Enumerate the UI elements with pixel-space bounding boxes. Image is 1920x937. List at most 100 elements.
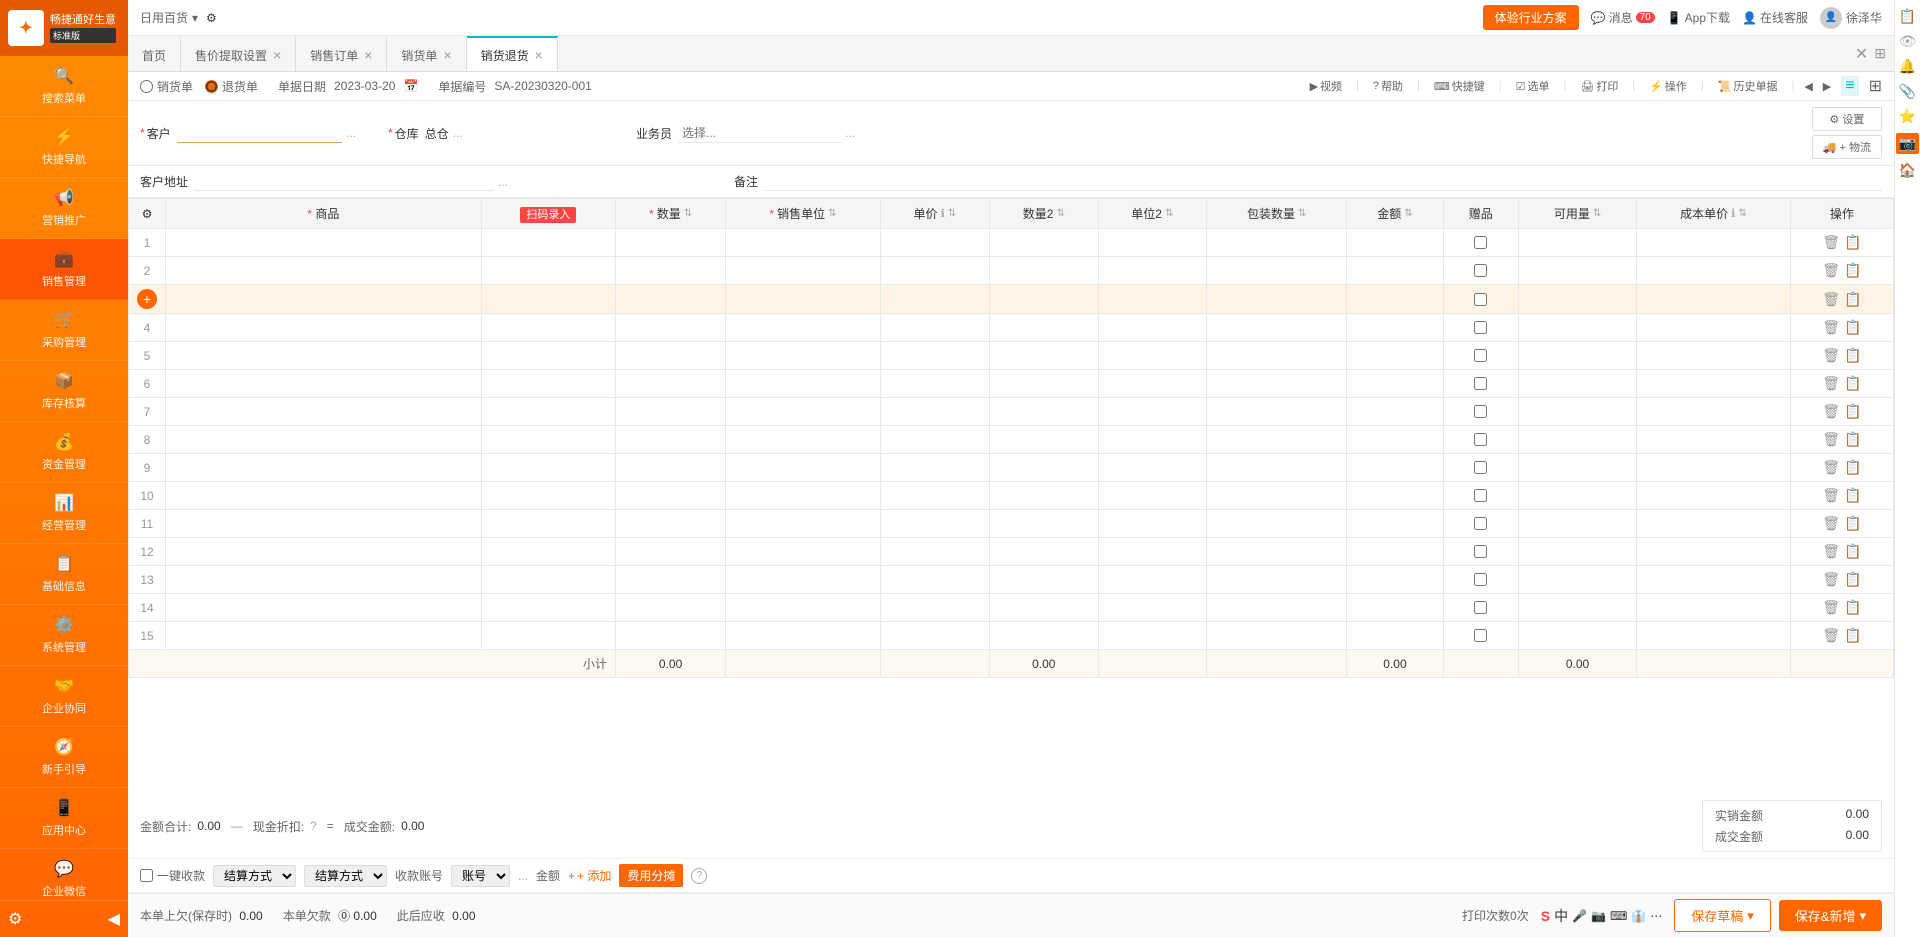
delete-icon[interactable]: 🗑 bbox=[1822, 543, 1840, 560]
rpanel-icon-3[interactable]: 🔔 bbox=[1899, 58, 1916, 75]
delete-icon[interactable]: 🗑 bbox=[1822, 234, 1840, 251]
trial-button[interactable]: 体验行业方案 bbox=[1483, 5, 1579, 30]
history-btn[interactable]: 📜 历史单据 bbox=[1714, 76, 1782, 96]
expense-split-button[interactable]: 费用分摊 bbox=[619, 864, 683, 887]
th-settings[interactable]: ⚙ bbox=[129, 199, 166, 229]
one-key-payment-check[interactable] bbox=[140, 869, 153, 882]
gift-check[interactable] bbox=[1474, 377, 1487, 390]
tab-more[interactable]: ⊞ bbox=[1874, 45, 1886, 62]
th-scan[interactable]: 扫码录入 bbox=[481, 199, 615, 229]
staff-dots[interactable]: ... bbox=[841, 126, 859, 140]
copy-icon[interactable]: 📋 bbox=[1844, 459, 1861, 476]
date-value[interactable]: 2023-03-20 bbox=[334, 79, 395, 93]
gift-check[interactable] bbox=[1474, 405, 1487, 418]
video-btn[interactable]: ▶ 视频 bbox=[1306, 76, 1346, 96]
settings-bottom-icon[interactable]: ⚙ bbox=[8, 909, 22, 929]
rpanel-icon-4[interactable]: 📎 bbox=[1899, 83, 1916, 100]
tab-sales-order[interactable]: 销售订单 × bbox=[296, 36, 387, 72]
remark-input[interactable] bbox=[764, 172, 1882, 191]
question-icon[interactable]: ? bbox=[310, 819, 317, 833]
one-key-payment-label[interactable]: 一键收款 bbox=[140, 867, 205, 884]
copy-icon[interactable]: 📋 bbox=[1844, 291, 1861, 308]
collapse-icon[interactable]: ◀ bbox=[108, 909, 120, 929]
delete-icon[interactable]: 🗑 bbox=[1822, 403, 1840, 420]
app-download-button[interactable]: 📱 App下载 bbox=[1667, 9, 1730, 26]
gift-check[interactable] bbox=[1474, 293, 1487, 306]
mic-icon[interactable]: 🎤 bbox=[1572, 909, 1587, 923]
unit2-sort-icon[interactable]: ⇅ bbox=[1165, 208, 1173, 219]
save-new-button[interactable]: 保存&新增 ▾ bbox=[1779, 900, 1882, 931]
radio-sales-input[interactable] bbox=[140, 80, 153, 93]
sidebar-item-inventory[interactable]: 📦 库存核算 bbox=[0, 361, 128, 422]
view-grid-btn[interactable]: ⊞ bbox=[1869, 76, 1882, 96]
price-info-icon[interactable]: ℹ bbox=[941, 207, 945, 220]
nav-next[interactable]: ▶ bbox=[1823, 80, 1831, 93]
rpanel-icon-1[interactable]: 📋 bbox=[1899, 8, 1916, 25]
gift-check[interactable] bbox=[1474, 461, 1487, 474]
pack-sort-icon[interactable]: ⇅ bbox=[1298, 208, 1306, 219]
breadcrumb[interactable]: 日用百货 ▾ bbox=[140, 9, 198, 26]
tab-delivery-close[interactable]: × bbox=[443, 48, 451, 62]
table-settings-icon[interactable]: ⚙ bbox=[142, 207, 153, 221]
gift-check[interactable] bbox=[1474, 236, 1487, 249]
warehouse-dots[interactable]: ... bbox=[449, 126, 467, 140]
sidebar-item-basic[interactable]: 📋 基础信息 bbox=[0, 544, 128, 605]
customer-dots[interactable]: ... bbox=[342, 126, 360, 140]
add-row-cell[interactable]: + bbox=[129, 285, 166, 314]
select-btn[interactable]: ☑ 选单 bbox=[1512, 76, 1554, 96]
settings-button[interactable]: ⚙ 设置 bbox=[1812, 107, 1882, 131]
copy-icon[interactable]: 📋 bbox=[1844, 403, 1861, 420]
delete-icon[interactable]: 🗑 bbox=[1822, 599, 1840, 616]
price-sort-icon[interactable]: ⇅ bbox=[948, 208, 956, 219]
gift-check[interactable] bbox=[1474, 517, 1487, 530]
delete-icon[interactable]: 🗑 bbox=[1822, 487, 1840, 504]
sidebar-item-guide[interactable]: 🧭 新手引导 bbox=[0, 727, 128, 788]
cost-sort-icon[interactable]: ⇅ bbox=[1738, 208, 1746, 219]
delete-icon[interactable]: 🗑 bbox=[1822, 319, 1840, 336]
delete-icon[interactable]: 🗑 bbox=[1822, 347, 1840, 364]
header-settings-icon[interactable]: ⚙ bbox=[206, 11, 217, 25]
shortcut-btn[interactable]: ⌨ 快捷键 bbox=[1430, 76, 1489, 96]
staff-input[interactable] bbox=[678, 124, 841, 143]
save-draft-button[interactable]: 保存草稿 ▾ bbox=[1674, 899, 1771, 932]
account-select[interactable]: 账号 bbox=[451, 865, 510, 887]
sidebar-item-enterprise[interactable]: 🤝 企业协同 bbox=[0, 666, 128, 727]
tab-order-close[interactable]: × bbox=[364, 48, 372, 62]
new-product-cell[interactable] bbox=[166, 285, 482, 314]
help-btn[interactable]: ? 帮助 bbox=[1369, 76, 1407, 96]
add-row-button[interactable]: + bbox=[137, 289, 157, 309]
tab-close-all[interactable]: ✕ bbox=[1855, 44, 1868, 64]
gift-check[interactable] bbox=[1474, 573, 1487, 586]
unit-sort-icon[interactable]: ⇅ bbox=[828, 208, 836, 219]
copy-icon[interactable]: 📋 bbox=[1844, 234, 1861, 251]
product-cell[interactable] bbox=[166, 257, 482, 285]
copy-icon[interactable]: 📋 bbox=[1844, 319, 1861, 336]
gift-check[interactable] bbox=[1474, 349, 1487, 362]
delete-icon[interactable]: 🗑 bbox=[1822, 262, 1840, 279]
nav-prev[interactable]: ◀ bbox=[1804, 80, 1812, 93]
radio-sales[interactable]: 销货单 bbox=[140, 78, 193, 95]
new-product-input[interactable] bbox=[174, 292, 473, 306]
tab-price-settings[interactable]: 售价提取设置 × bbox=[181, 36, 296, 72]
product-cell[interactable] bbox=[166, 229, 482, 257]
delete-icon[interactable]: 🗑 bbox=[1822, 291, 1840, 308]
radio-return-input[interactable] bbox=[205, 80, 218, 93]
account-dots[interactable]: ... bbox=[518, 869, 528, 883]
rpanel-icon-2[interactable]: 👁 bbox=[1899, 33, 1917, 50]
copy-icon[interactable]: 📋 bbox=[1844, 375, 1861, 392]
gift-check[interactable] bbox=[1474, 433, 1487, 446]
qty-sort-icon[interactable]: ⇅ bbox=[684, 208, 692, 219]
tab-return-close[interactable]: × bbox=[535, 48, 543, 62]
tab-sales-return[interactable]: 销货退货 × bbox=[467, 36, 558, 72]
gift-check[interactable] bbox=[1474, 545, 1487, 558]
tab-home[interactable]: 首页 bbox=[128, 36, 181, 72]
calc-method-select[interactable]: 结算方式 bbox=[304, 865, 387, 887]
sidebar-item-sales[interactable]: 💼 销售管理 bbox=[0, 239, 128, 300]
add-cost-button[interactable]: + + 添加 bbox=[568, 867, 611, 884]
copy-icon[interactable]: 📋 bbox=[1844, 347, 1861, 364]
expense-help-icon[interactable]: ? bbox=[691, 868, 707, 884]
sidebar-item-search[interactable]: 🔍 搜索菜单 bbox=[0, 56, 128, 117]
sidebar-item-purchase[interactable]: 🛒 采购管理 bbox=[0, 300, 128, 361]
gift-check[interactable] bbox=[1474, 264, 1487, 277]
shirt-icon[interactable]: 👔 bbox=[1631, 909, 1646, 923]
